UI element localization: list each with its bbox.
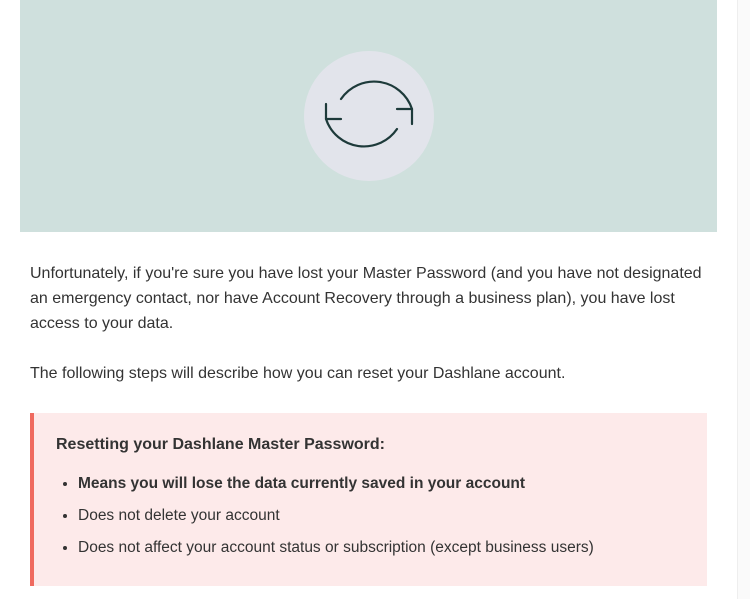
list-item: Means you will lose the data currently s… (78, 472, 685, 496)
callout-list: Means you will lose the data currently s… (56, 472, 685, 560)
sync-icon-circle (304, 51, 434, 181)
list-item: Does not affect your account status or s… (78, 536, 685, 560)
callout-box: Resetting your Dashlane Master Password:… (30, 413, 707, 586)
intro-paragraph-2: The following steps will describe how yo… (30, 362, 707, 387)
list-item: Does not delete your account (78, 504, 685, 528)
intro-paragraph-1: Unfortunately, if you're sure you have l… (30, 262, 707, 336)
sync-icon (304, 49, 434, 184)
content: Unfortunately, if you're sure you have l… (0, 262, 737, 586)
callout-title: Resetting your Dashlane Master Password: (56, 433, 685, 458)
document-page: Unfortunately, if you're sure you have l… (0, 0, 738, 599)
banner (20, 0, 717, 232)
